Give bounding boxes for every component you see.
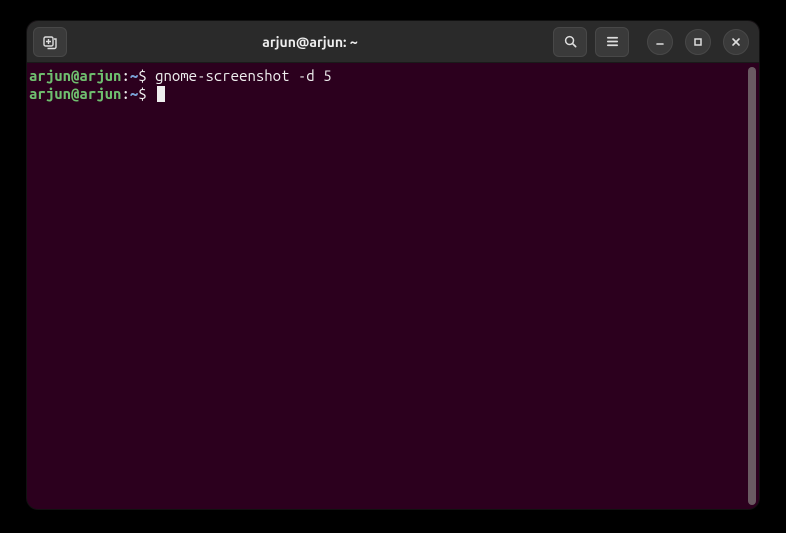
prompt-dollar: $ [138, 67, 155, 84]
terminal-window: arjun@arjun: ~ [26, 20, 760, 510]
search-icon [563, 34, 578, 49]
search-button[interactable] [553, 27, 587, 57]
prompt-path: ~ [130, 67, 138, 84]
prompt-user: arjun [29, 67, 71, 84]
menu-button[interactable] [595, 27, 629, 57]
terminal-body[interactable]: arjun@arjun:~$ gnome-screenshot -d 5 arj… [27, 63, 759, 509]
terminal-content[interactable]: arjun@arjun:~$ gnome-screenshot -d 5 arj… [29, 67, 747, 505]
close-icon [730, 36, 742, 48]
prompt-host: arjun [79, 85, 121, 102]
prompt-user: arjun [29, 85, 71, 102]
prompt-colon: : [121, 67, 129, 84]
close-button[interactable] [723, 29, 749, 55]
command-text: gnome-screenshot -d 5 [155, 67, 331, 84]
titlebar: arjun@arjun: ~ [27, 21, 759, 63]
window-title: arjun@arjun: ~ [73, 34, 547, 50]
new-tab-icon [42, 34, 58, 50]
terminal-line: arjun@arjun:~$ gnome-screenshot -d 5 [29, 67, 747, 85]
prompt-colon: : [121, 85, 129, 102]
maximize-button[interactable] [685, 29, 711, 55]
scrollbar-thumb[interactable] [748, 67, 756, 505]
titlebar-right-group [553, 27, 753, 57]
minimize-icon [654, 36, 666, 48]
hamburger-menu-icon [605, 34, 620, 49]
new-tab-button[interactable] [33, 27, 67, 57]
minimize-button[interactable] [647, 29, 673, 55]
maximize-icon [692, 36, 704, 48]
prompt-host: arjun [79, 67, 121, 84]
prompt-path: ~ [130, 85, 138, 102]
cursor [157, 86, 165, 102]
window-controls [647, 29, 749, 55]
scrollbar[interactable] [747, 67, 757, 505]
prompt-dollar: $ [138, 85, 155, 102]
terminal-line: arjun@arjun:~$ [29, 85, 747, 103]
